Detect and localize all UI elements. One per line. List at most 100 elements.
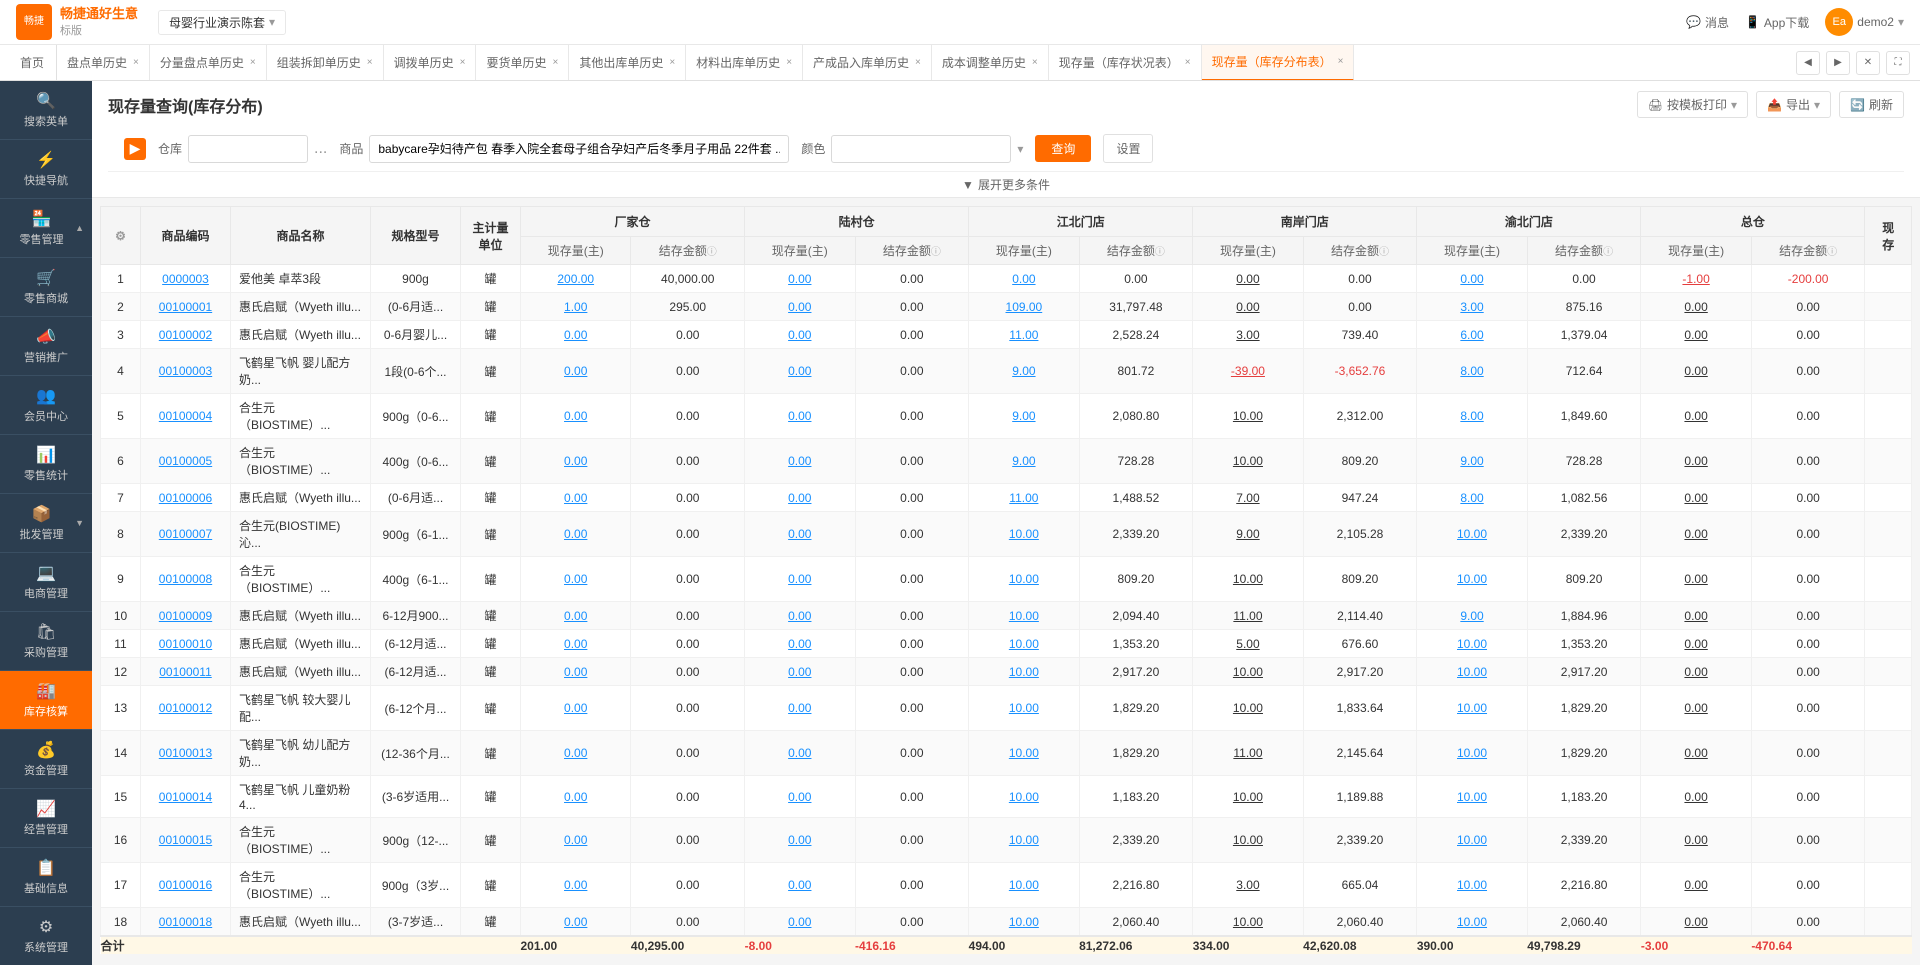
cell-c3q: 10.00 (969, 630, 1079, 658)
tab-close-stocklist[interactable]: × (133, 57, 139, 68)
tab-next-btn[interactable]: ▶ (1826, 51, 1850, 75)
refresh-btn[interactable]: 🔄 刷新 (1839, 91, 1904, 118)
cell-ta: 0.00 (1751, 731, 1865, 776)
query-btn[interactable]: 查询 (1035, 135, 1091, 162)
sidebar-item-purchase[interactable]: 🛍 采购管理 (0, 612, 92, 671)
sidebar-item-member[interactable]: 👥 会员中心 (0, 376, 92, 435)
cell-c1q: 0.00 (521, 630, 631, 658)
cell-c2q: 0.00 (745, 630, 855, 658)
sidebar-item-wholesale[interactable]: 📦 批发管理 ▼ (0, 494, 92, 553)
cell-c2a: 0.00 (855, 818, 969, 863)
color-dropdown-arrow[interactable]: ▾ (1017, 142, 1023, 156)
tab-requisition[interactable]: 要货单历史 × (476, 45, 569, 81)
sidebar-item-system[interactable]: ⚙ 系统管理 (0, 907, 92, 965)
cell-seq: 3 (101, 321, 141, 349)
cell-c3q: 11.00 (969, 321, 1079, 349)
sidebar-item-ops[interactable]: 📈 经营管理 (0, 789, 92, 848)
cell-c4q: 10.00 (1193, 557, 1303, 602)
tab-transfer[interactable]: 调拨单历史 × (384, 45, 477, 81)
industry-selector[interactable]: 母婴行业演示陈套 ▾ (158, 10, 286, 35)
tab-costadjust[interactable]: 成本调整单历史 × (932, 45, 1049, 81)
tab-home[interactable]: 首页 (8, 45, 57, 81)
sidebar-item-stock[interactable]: 🏭 库存核算 (0, 671, 92, 730)
table-row: 1 0000003 爱他美 卓萃3段 900g 罐 200.00 40,000.… (101, 265, 1912, 293)
cell-c3a: 809.20 (1079, 557, 1193, 602)
app-icon: 📱 (1745, 15, 1760, 29)
tab-expand-btn[interactable]: ⛶ (1886, 51, 1910, 75)
tab-otherout[interactable]: 其他出库单历史 × (569, 45, 686, 81)
cell-name: 惠氏启赋（Wyeth illu... (231, 908, 371, 937)
expand-orange-btn[interactable]: ▶ (124, 138, 146, 160)
th-fac-qty: 现存量(主) (521, 237, 631, 265)
tab-close-req[interactable]: × (552, 57, 558, 68)
message-icon: 💬 (1686, 15, 1701, 29)
print-btn[interactable]: 🖨 按模板打印 ▾ (1637, 91, 1748, 118)
tab-stockqty1[interactable]: 现存量（库存状况表） × (1049, 45, 1202, 81)
color-input[interactable] (831, 135, 1011, 163)
tab-close-prod[interactable]: × (915, 57, 921, 68)
cell-tq: 0.00 (1641, 731, 1751, 776)
cell-c1a: 0.00 (631, 776, 745, 818)
cell-c5q: 10.00 (1417, 776, 1527, 818)
tab-prev-btn[interactable]: ◀ (1796, 51, 1820, 75)
search-icon: 🔍 (4, 91, 88, 111)
tab-stockqty2[interactable]: 现存量（库存分布表） × (1202, 45, 1355, 81)
sidebar-item-search[interactable]: 🔍 搜索英单 (0, 81, 92, 140)
warehouse-dots[interactable]: ... (314, 140, 327, 158)
tab-materialout[interactable]: 材料出库单历史 × (686, 45, 803, 81)
sidebar-label-purchase: 采购管理 (4, 644, 88, 660)
sidebar-item-retail-stat[interactable]: 📊 零售统计 (0, 435, 92, 494)
cell-c5q: 10.00 (1417, 658, 1527, 686)
tab-kitunpack[interactable]: 组装拆卸单历史 × (267, 45, 384, 81)
tab-stocklist[interactable]: 盘点单历史 × (57, 45, 150, 81)
settings-btn[interactable]: 设置 (1103, 134, 1153, 163)
tab-close-transfer[interactable]: × (460, 57, 466, 68)
cell-c1a: 0.00 (631, 321, 745, 349)
footer-c3a: 81,272.06 (1079, 936, 1193, 954)
cell-c1a: 0.00 (631, 863, 745, 908)
expand-more-btn[interactable]: ▼ 展开更多条件 (108, 171, 1904, 197)
cell-name: 惠氏启赋（Wyeth illu... (231, 602, 371, 630)
sidebar-item-retail-store[interactable]: 🛒 零售商城 (0, 258, 92, 317)
wholesale-arrow: ▼ (75, 518, 84, 528)
warehouse-input[interactable] (188, 135, 308, 163)
cell-c4q: 0.00 (1193, 265, 1303, 293)
tab-close-qty1[interactable]: × (1185, 57, 1191, 68)
gear-icon[interactable]: ⚙ (115, 229, 126, 243)
sidebar-item-retail-mgmt[interactable]: 🏪 零售管理 ▲ (0, 199, 92, 258)
cell-unit: 罐 (461, 265, 521, 293)
sidebar-item-shortcut[interactable]: ⚡ 快捷导航 (0, 140, 92, 199)
cell-c1q: 0.00 (521, 686, 631, 731)
export-btn[interactable]: 📤 导出 ▾ (1756, 91, 1831, 118)
cell-tq: 0.00 (1641, 512, 1751, 557)
tab-bar: 首页 盘点单历史 × 分量盘点单历史 × 组装拆卸单历史 × 调拨单历史 × 要… (0, 45, 1920, 81)
cell-c5a: 712.64 (1527, 349, 1641, 394)
tab-close-material[interactable]: × (786, 57, 792, 68)
tab-close-split[interactable]: × (250, 57, 256, 68)
print-arrow: ▾ (1731, 98, 1737, 112)
tab-splitstock[interactable]: 分量盘点单历史 × (150, 45, 267, 81)
cell-c4a: 1,833.64 (1303, 686, 1417, 731)
cell-spec: (3-6岁适用... (371, 776, 461, 818)
cell-ta: 0.00 (1751, 658, 1865, 686)
cell-spec: 900g（0-6... (371, 394, 461, 439)
tab-close-qty2[interactable]: × (1338, 56, 1344, 67)
product-input[interactable] (369, 135, 789, 163)
cell-c3q: 10.00 (969, 818, 1079, 863)
app-download-btn[interactable]: 📱 App下载 (1745, 14, 1809, 31)
th-jb-qty: 现存量(主) (969, 237, 1079, 265)
tab-productin[interactable]: 产成品入库单历史 × (803, 45, 932, 81)
user-area[interactable]: Ea demo2 ▾ (1825, 8, 1904, 36)
tab-close-cost[interactable]: × (1032, 57, 1038, 68)
tab-close-other[interactable]: × (669, 57, 675, 68)
message-btn[interactable]: 💬 消息 (1686, 14, 1729, 31)
sidebar-item-ecomm[interactable]: 💻 电商管理 (0, 553, 92, 612)
tab-close-kit[interactable]: × (367, 57, 373, 68)
sidebar-item-basics[interactable]: 📋 基础信息 (0, 848, 92, 907)
table-row: 13 00100012 飞鹤星飞帆 较大婴儿配... (6-12个月... 罐 … (101, 686, 1912, 731)
sidebar-label-wholesale: 批发管理 (20, 526, 64, 542)
sidebar-item-marketing[interactable]: 📣 营销推广 (0, 317, 92, 376)
sidebar-item-finance[interactable]: 💰 资金管理 (0, 730, 92, 789)
system-icon: ⚙ (4, 917, 88, 937)
tab-close-all-btn[interactable]: ✕ (1856, 51, 1880, 75)
